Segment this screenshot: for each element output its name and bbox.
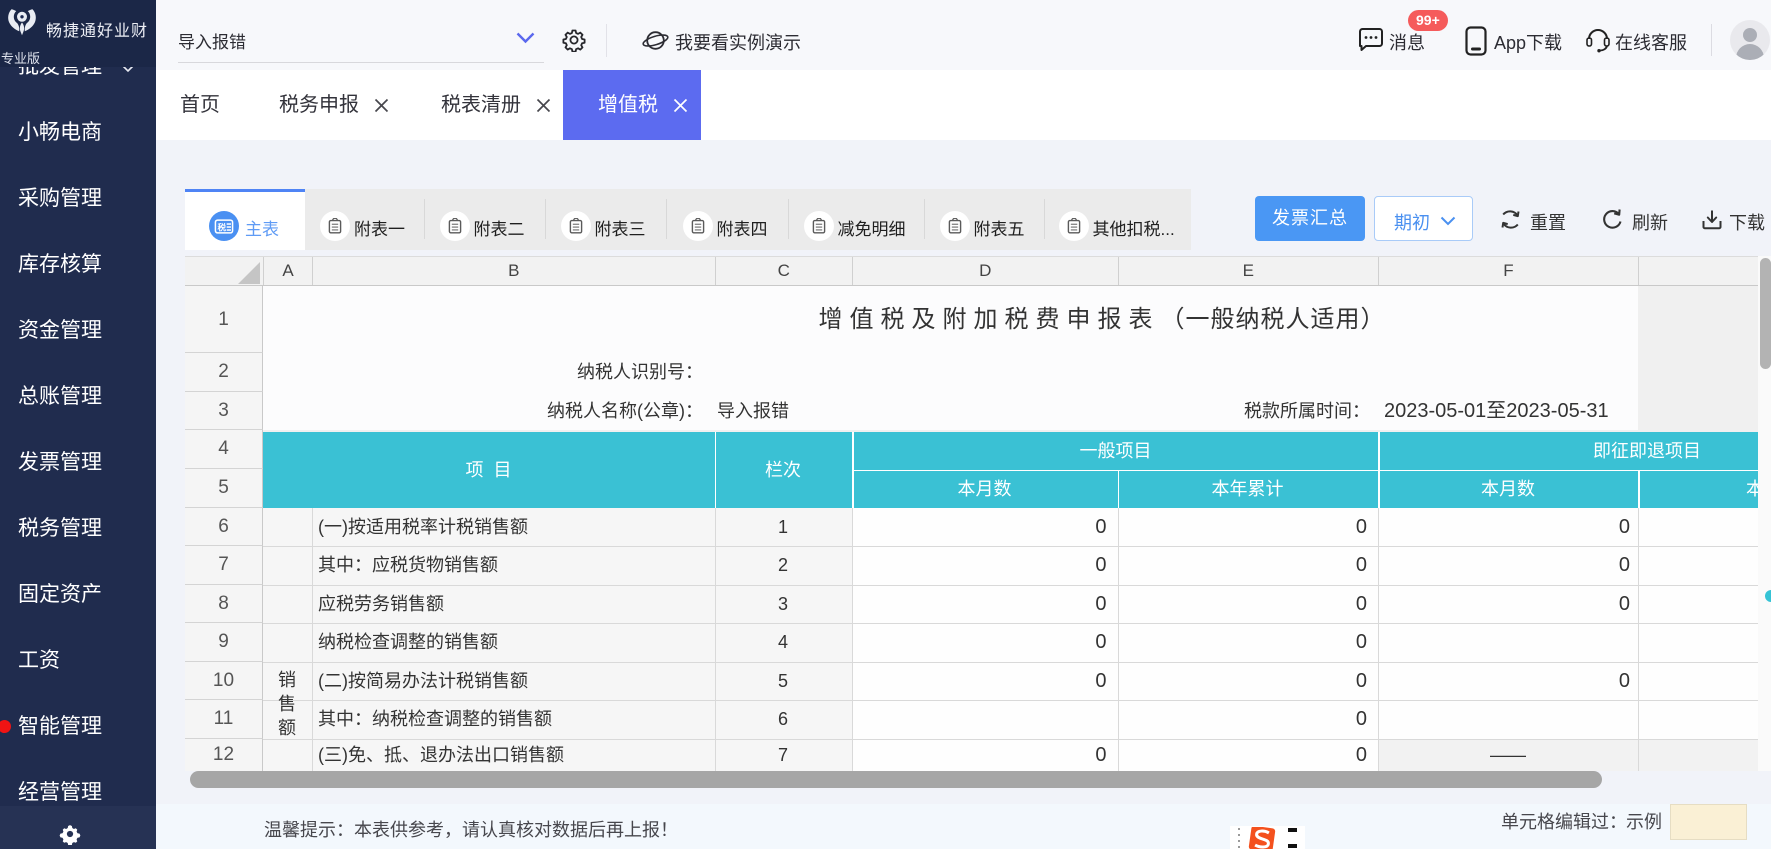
svg-text:税: 税 <box>218 221 227 232</box>
